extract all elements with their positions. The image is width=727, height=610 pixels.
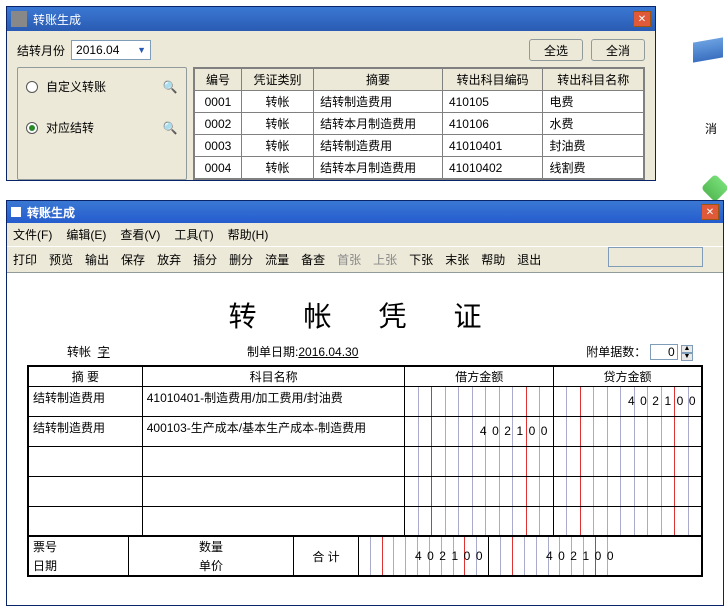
date-label: 日期 <box>29 556 128 575</box>
toolbar-button[interactable]: 保存 <box>121 251 145 268</box>
close-icon[interactable]: ✕ <box>633 11 651 27</box>
chevron-down-icon: ▼ <box>137 45 146 55</box>
radio-match[interactable]: 对应结转 🔍 <box>26 119 178 136</box>
toolbar-button[interactable]: 流量 <box>265 251 289 268</box>
toolbar-button[interactable]: 备查 <box>301 251 325 268</box>
table-row[interactable]: 0002转帐结转本月制造费用410106水费 <box>195 113 644 135</box>
grid-header[interactable]: 凭证类别 <box>241 69 313 91</box>
menu-item[interactable]: 帮助(H) <box>228 226 269 243</box>
folder-icon <box>693 37 723 62</box>
voucher-window: 转账生成 ✕ 文件(F) 编辑(E) 查看(V) 工具(T) 帮助(H) 打印预览输出保… <box>6 200 724 606</box>
grid-header[interactable]: 转出科目名称 <box>543 69 644 91</box>
attachment-count: 附单据数： 0 ▲▼ <box>586 343 693 361</box>
dialog-titlebar[interactable]: 转账生成 ✕ <box>7 7 655 31</box>
menubar: 文件(F) 编辑(E) 查看(V) 工具(T) 帮助(H) <box>7 223 723 247</box>
voucher-number-box[interactable] <box>608 247 703 267</box>
debit-sum: 402100 <box>359 537 489 575</box>
toolbar-button[interactable]: 删分 <box>229 251 253 268</box>
vtable-header: 借方金额 <box>405 366 554 386</box>
vtable-header: 贷方金额 <box>553 366 702 386</box>
toolbar-button[interactable]: 下张 <box>409 251 433 268</box>
menu-item[interactable]: 工具(T) <box>174 226 213 243</box>
vtable-header: 科目名称 <box>142 366 405 386</box>
toolbar-button[interactable]: 插分 <box>193 251 217 268</box>
table-row[interactable]: 0003转帐结转制造费用41010401封油费 <box>195 135 644 157</box>
radio-custom[interactable]: 自定义转账 🔍 <box>26 78 178 95</box>
transfer-dialog: 转账生成 ✕ 结转月份 2016.04 ▼ 全选 全消 自定义转账 🔍 <box>6 6 656 181</box>
credit-sum: 402100 <box>489 537 619 575</box>
app-icon <box>11 11 27 27</box>
app-icon <box>11 207 21 217</box>
menu-item[interactable]: 编辑(E) <box>66 226 106 243</box>
toolbar-button[interactable]: 末张 <box>445 251 469 268</box>
toolbar-button[interactable]: 预览 <box>49 251 73 268</box>
attachment-input[interactable]: 0 <box>650 344 678 360</box>
mode-panel: 自定义转账 🔍 对应结转 🔍 <box>17 67 187 180</box>
select-all-button[interactable]: 全选 <box>529 39 583 61</box>
toolbar-button[interactable]: 输出 <box>85 251 109 268</box>
toolbar-button[interactable]: 放弃 <box>157 251 181 268</box>
search-icon[interactable]: 🔍 <box>162 79 178 95</box>
month-select[interactable]: 2016.04 ▼ <box>71 40 151 60</box>
spinner[interactable]: ▲▼ <box>681 345 693 361</box>
menu-item[interactable]: 文件(F) <box>13 226 52 243</box>
grid-header[interactable]: 编号 <box>195 69 242 91</box>
voucher-footer: 票号 日期 数量 单价 合 计 402100 402100 <box>27 537 703 577</box>
close-icon[interactable]: ✕ <box>701 204 719 220</box>
toolbar-button[interactable]: 退出 <box>517 251 541 268</box>
search-icon[interactable]: 🔍 <box>162 120 178 136</box>
voucher-titlebar[interactable]: 转账生成 ✕ <box>7 201 723 223</box>
dialog-title: 转账生成 <box>33 11 633 28</box>
voucher-date: 制单日期:2016.04.30 <box>247 343 358 360</box>
voucher-row[interactable]: 结转制造费用400103-生产成本/基本生产成本-制造费用402100 <box>28 416 702 446</box>
voucher-row[interactable] <box>28 506 702 536</box>
table-row[interactable]: 0004转帐结转本月制造费用41010402线割费 <box>195 157 644 179</box>
decor-icon <box>701 174 727 202</box>
toolbar-button[interactable]: 上张 <box>373 251 397 268</box>
voucher-row[interactable]: 结转制造费用41010401-制造费用/加工费用/封油费402100 <box>28 386 702 416</box>
voucher-window-title: 转账生成 <box>27 204 701 221</box>
grid-header[interactable]: 转出科目编码 <box>442 69 543 91</box>
price-label: 单价 <box>195 556 227 575</box>
voucher-table[interactable]: 摘 要科目名称借方金额贷方金额结转制造费用41010401-制造费用/加工费用/… <box>27 365 703 537</box>
grid-header[interactable]: 摘要 <box>314 69 443 91</box>
sum-label: 合 计 <box>294 537 359 575</box>
ticket-label: 票号 <box>29 537 128 556</box>
table-row[interactable]: 0001转帐结转制造费用410105电费 <box>195 91 644 113</box>
side-label: 消 <box>705 120 717 137</box>
voucher-type: 转帐 字 <box>67 343 110 360</box>
deselect-all-button[interactable]: 全消 <box>591 39 645 61</box>
voucher-title: 转 帐 凭 证 <box>27 295 703 335</box>
voucher-row[interactable] <box>28 446 702 476</box>
vtable-header: 摘 要 <box>28 366 142 386</box>
radio-icon <box>26 81 38 93</box>
toolbar-button[interactable]: 打印 <box>13 251 37 268</box>
radio-icon <box>26 122 38 134</box>
transfer-grid[interactable]: 编号凭证类别摘要转出科目编码转出科目名称0001转帐结转制造费用410105电费… <box>193 67 645 180</box>
month-label: 结转月份 <box>17 42 65 59</box>
qty-label: 数量 <box>195 537 227 556</box>
toolbar-button[interactable]: 首张 <box>337 251 361 268</box>
toolbar-button[interactable]: 帮助 <box>481 251 505 268</box>
month-value: 2016.04 <box>76 43 119 57</box>
menu-item[interactable]: 查看(V) <box>120 226 160 243</box>
voucher-row[interactable] <box>28 476 702 506</box>
